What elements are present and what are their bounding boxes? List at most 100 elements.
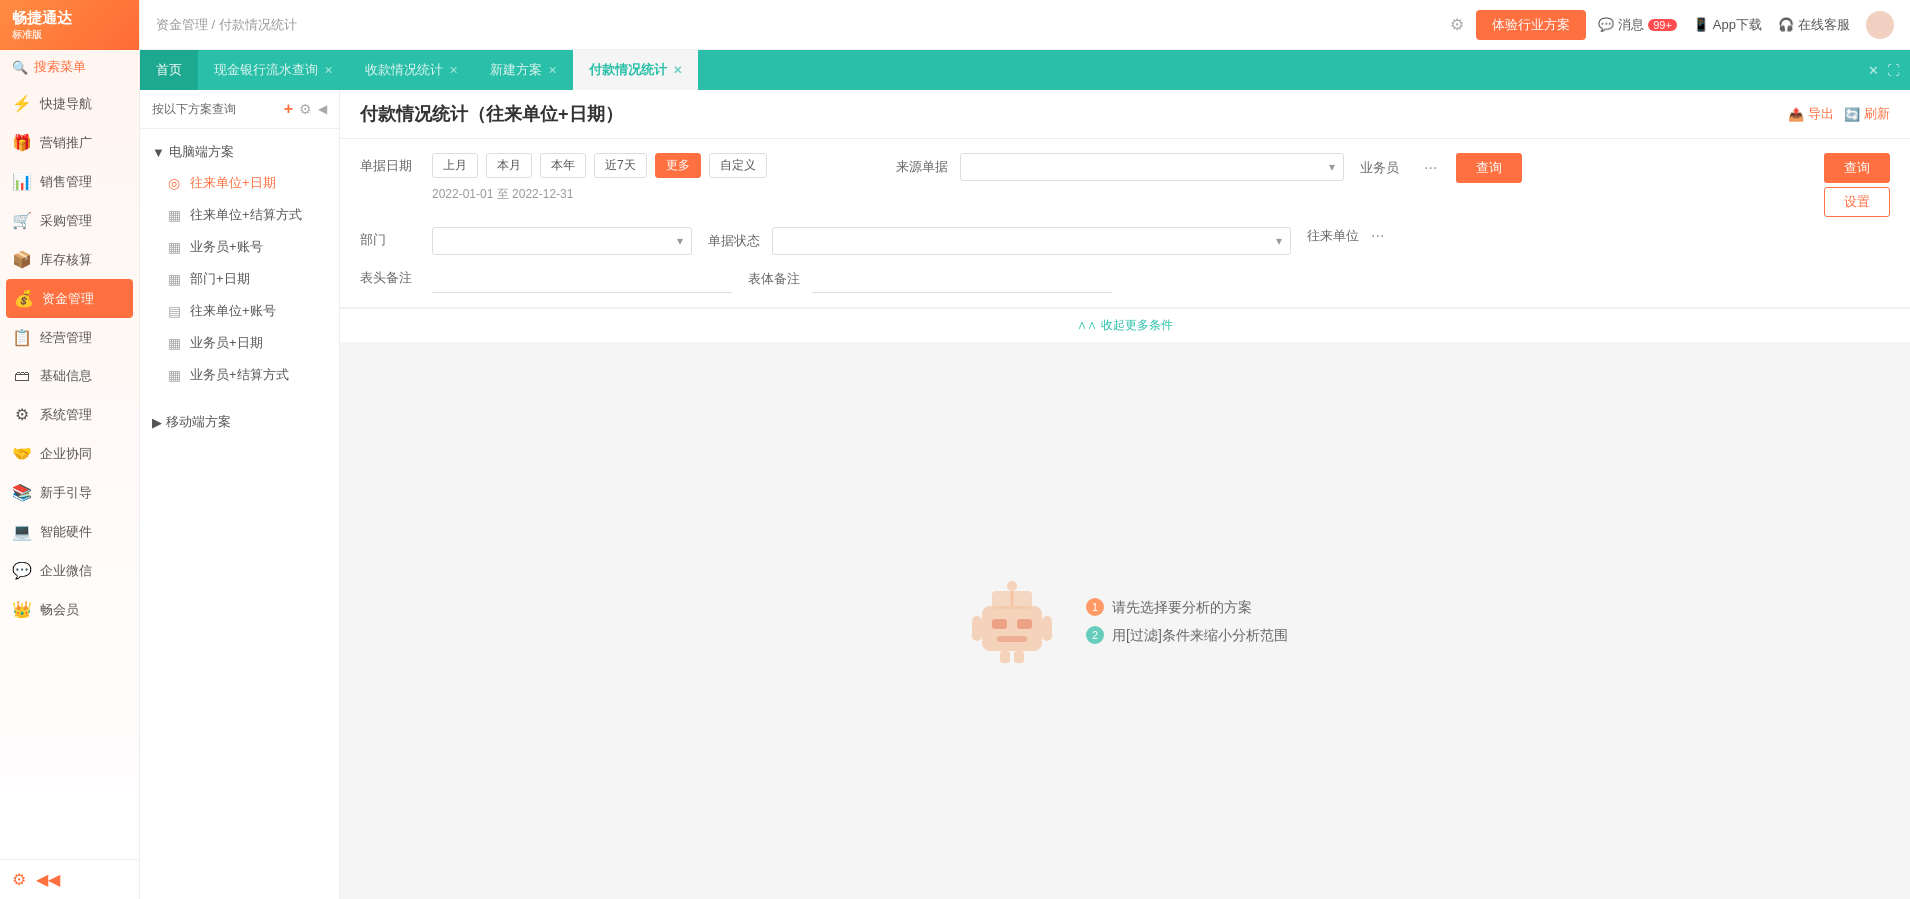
page-content: 按以下方案查询 + ⚙ ◀ ▼ 电脑端方案 ◎ 往来单位+日期 ▦	[140, 90, 1910, 899]
sidebar-item-operations[interactable]: 📋 经营管理	[0, 318, 139, 357]
online-service-btn[interactable]: 🎧 在线客服	[1778, 16, 1850, 34]
staff-dots: ···	[1424, 159, 1448, 177]
sidebar-footer: ⚙ ◀◀	[0, 859, 139, 899]
voucher-date-label: 单据日期	[360, 153, 416, 175]
this-year-btn[interactable]: 本年	[540, 153, 586, 178]
refresh-icon: 🔄	[1844, 107, 1860, 122]
trial-btn[interactable]: 体验行业方案	[1476, 10, 1586, 40]
scheme-item-staff-settle[interactable]: ▦ 业务员+结算方式	[140, 359, 339, 391]
scheme-item-unit-date[interactable]: ◎ 往来单位+日期	[140, 167, 339, 199]
scheme-item-staff-account[interactable]: ▦ 业务员+账号	[140, 231, 339, 263]
collapse-panel-btn[interactable]: ◀	[318, 102, 327, 116]
sidebar-item-wechat[interactable]: 💬 企业微信	[0, 551, 139, 590]
unit-dots: ···	[1371, 227, 1395, 245]
tab-payment-stats[interactable]: 付款情况统计 ✕	[573, 50, 698, 90]
add-scheme-btn[interactable]: +	[284, 100, 293, 118]
more-btn[interactable]: 更多	[655, 153, 701, 178]
step-2-circle: 2	[1086, 626, 1104, 644]
user-avatar[interactable]	[1866, 11, 1894, 39]
source-filter-group: 来源单据 ▾	[896, 153, 1344, 181]
voucher-status-filter-group: 单据状态 ▾	[708, 227, 1291, 255]
filter-row-1: 单据日期 上月 本月 本年 近7天 更多 自定义 2022-01-01 至 20…	[360, 153, 1890, 217]
table-body-remark-group: 表体备注	[748, 265, 1890, 293]
scheme-item-unit-settle[interactable]: ▦ 往来单位+结算方式	[140, 199, 339, 231]
sidebar-item-vip[interactable]: 👑 畅会员	[0, 590, 139, 629]
sidebar-item-search-menu[interactable]: 🔍 搜索菜单	[0, 50, 139, 84]
sidebar-item-purchase[interactable]: 🛒 采购管理	[0, 201, 139, 240]
scheme-icon: ▦	[168, 271, 184, 287]
empty-text: 1 请先选择要分析的方案 2 用[过滤]条件来缩小分析范围	[1086, 593, 1288, 649]
last-7days-btn[interactable]: 近7天	[594, 153, 647, 178]
money-icon: 💰	[14, 289, 34, 308]
chart-icon: 📊	[12, 172, 32, 191]
expand-right-icon: ▶	[152, 415, 162, 430]
app-logo: 畅捷通达 标准版	[0, 0, 139, 50]
app-download-btn[interactable]: 📱 App下载	[1693, 16, 1762, 34]
breadcrumb-text: 资金管理 / 付款情况统计	[156, 16, 297, 34]
scheme-item-dept-date[interactable]: ▦ 部门+日期	[140, 263, 339, 295]
topbar-settings-icon[interactable]: ⚙	[1450, 15, 1464, 34]
tab-new-plan-close[interactable]: ✕	[548, 64, 557, 77]
settings-btn[interactable]: 设置	[1824, 187, 1890, 217]
gear-icon: ⚙	[12, 405, 32, 424]
footer-settings-btn[interactable]: ⚙	[12, 870, 26, 889]
close-all-tabs-btn[interactable]: ✕	[1868, 63, 1879, 78]
scheme-settings-btn[interactable]: ⚙	[299, 101, 312, 117]
custom-btn[interactable]: 自定义	[709, 153, 767, 178]
sidebar-item-quick-nav[interactable]: ⚡ 快捷导航	[0, 84, 139, 123]
crown-icon: 👑	[12, 600, 32, 619]
tabbar: 首页 现金银行流水查询 ✕ 收款情况统计 ✕ 新建方案 ✕ 付款情况统计 ✕ ✕…	[140, 50, 1910, 90]
last-month-btn[interactable]: 上月	[432, 153, 478, 178]
tab-receipt-stats-close[interactable]: ✕	[449, 64, 458, 77]
tab-cash-flow[interactable]: 现金银行流水查询 ✕	[198, 50, 349, 90]
refresh-btn[interactable]: 🔄 刷新	[1844, 105, 1890, 123]
dept-select[interactable]: ▾	[432, 227, 692, 255]
chevron-up-icon: ∧∧	[1077, 318, 1100, 332]
tab-new-plan[interactable]: 新建方案 ✕	[474, 50, 573, 90]
sidebar-item-inventory[interactable]: 📦 库存核算	[0, 240, 139, 279]
scheme-item-unit-account[interactable]: ▤ 往来单位+账号	[140, 295, 339, 327]
collapse-conditions-btn[interactable]: ∧∧ 收起更多条件	[340, 308, 1910, 342]
sidebar-item-guide[interactable]: 📚 新手引导	[0, 473, 139, 512]
tab-home[interactable]: 首页	[140, 50, 198, 90]
staff-filter-group: 业务员 ··· 查询	[1360, 153, 1808, 183]
table-body-remark-input[interactable]	[812, 265, 1112, 293]
sidebar-item-marketing[interactable]: 🎁 营销推广	[0, 123, 139, 162]
scheme-icon: ▦	[168, 367, 184, 383]
desktop-group-header[interactable]: ▼ 电脑端方案	[140, 137, 339, 167]
mobile-group-header[interactable]: ▶ 移动端方案	[140, 407, 339, 437]
expand-icon: ▼	[152, 145, 165, 160]
svg-rect-5	[1042, 616, 1052, 641]
query-btn[interactable]: 查询	[1456, 153, 1522, 183]
footer-collapse-btn[interactable]: ◀◀	[36, 870, 60, 889]
topbar-right: 💬 消息 99+ 📱 App下载 🎧 在线客服	[1598, 11, 1894, 39]
sidebar-item-basic-info[interactable]: 🗃 基础信息	[0, 357, 139, 395]
voucher-status-select[interactable]: ▾	[772, 227, 1291, 255]
computer-icon: 💻	[12, 522, 32, 541]
left-panel-title: 按以下方案查询	[152, 101, 236, 118]
app-edition: 标准版	[12, 28, 72, 42]
scheme-item-staff-date[interactable]: ▦ 业务员+日期	[140, 327, 339, 359]
tab-receipt-stats[interactable]: 收款情况统计 ✕	[349, 50, 474, 90]
sidebar-item-enterprise-collab[interactable]: 🤝 企业协同	[0, 434, 139, 473]
left-panel-actions: + ⚙ ◀	[284, 100, 327, 118]
export-btn[interactable]: 📤 导出	[1788, 105, 1834, 123]
search-icon: 🔍	[12, 60, 28, 75]
tab-payment-stats-close[interactable]: ✕	[673, 64, 682, 77]
fullscreen-btn[interactable]: ⛶	[1887, 63, 1900, 78]
sidebar-item-hardware[interactable]: 💻 智能硬件	[0, 512, 139, 551]
voucher-status-dropdown-icon: ▾	[1276, 234, 1282, 248]
sidebar-item-system[interactable]: ⚙ 系统管理	[0, 395, 139, 434]
tab-cash-flow-close[interactable]: ✕	[324, 64, 333, 77]
left-panel-header: 按以下方案查询 + ⚙ ◀	[140, 90, 339, 129]
messages-btn[interactable]: 💬 消息 99+	[1598, 16, 1677, 34]
dept-label: 部门	[360, 227, 416, 249]
left-panel: 按以下方案查询 + ⚙ ◀ ▼ 电脑端方案 ◎ 往来单位+日期 ▦	[140, 90, 340, 899]
sidebar-item-capital[interactable]: 💰 资金管理	[6, 279, 133, 318]
sidebar-item-sales[interactable]: 📊 销售管理	[0, 162, 139, 201]
source-select[interactable]: ▾	[960, 153, 1344, 181]
table-header-remark-input[interactable]	[432, 265, 732, 293]
date-filter-content: 上月 本月 本年 近7天 更多 自定义 2022-01-01 至 2022-12…	[432, 153, 880, 203]
this-month-btn[interactable]: 本月	[486, 153, 532, 178]
query-btn-2[interactable]: 查询	[1824, 153, 1890, 183]
